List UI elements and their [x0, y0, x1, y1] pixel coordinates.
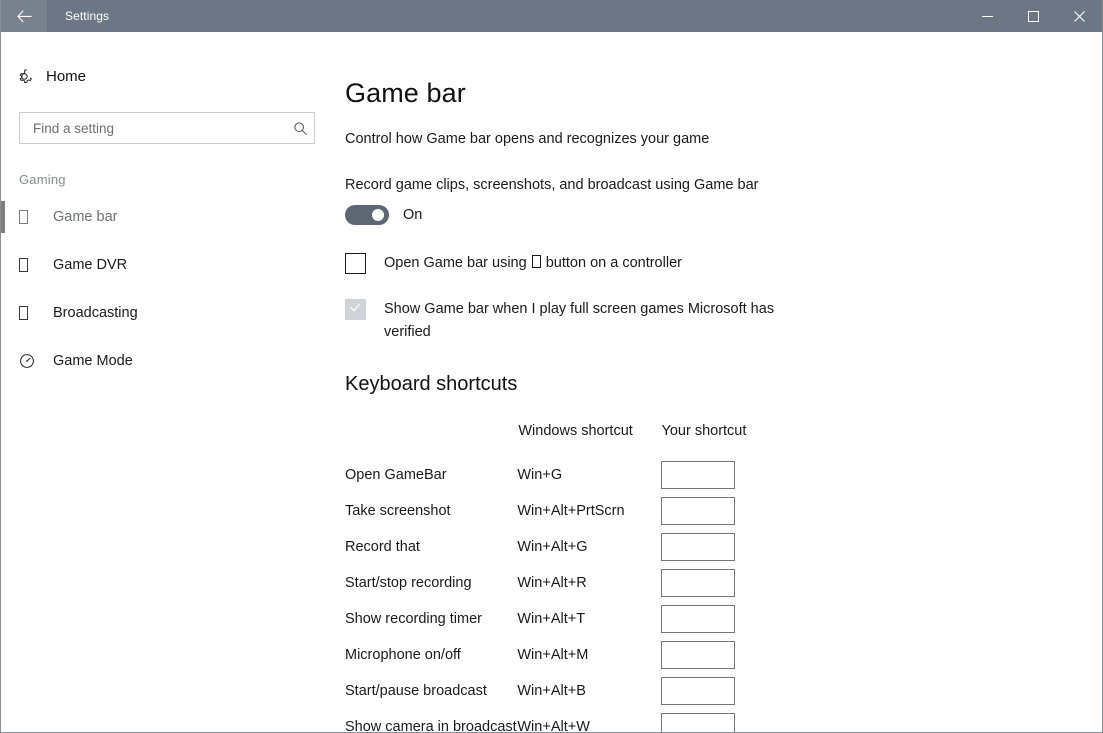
your-shortcut-input[interactable]: [660, 461, 735, 490]
shortcut-your-cell: [660, 493, 766, 529]
sidebar-item-label: Game bar: [53, 209, 118, 225]
column-header-your-shortcut: Your shortcut: [661, 423, 747, 440]
shortcut-action: Show recording timer: [345, 610, 482, 627]
shortcut-windows: Win+Alt+R: [517, 575, 587, 592]
maximize-button[interactable]: [1010, 0, 1056, 32]
game-bar-toggle[interactable]: [345, 205, 389, 225]
shortcut-windows: Win+Alt+B: [517, 683, 586, 700]
table-row: Open GameBar Win+G: [345, 457, 765, 493]
sidebar-item-label: Game DVR: [53, 257, 128, 273]
shortcut-action: Record that: [345, 538, 420, 555]
controller-checkbox-row: Open Game bar using button on a controll…: [345, 252, 1072, 274]
table-row: Start/stop recording Win+Alt+R: [345, 565, 765, 601]
missing-glyph-icon: [19, 306, 49, 320]
table-row: Microphone on/off Win+Alt+M: [345, 637, 765, 673]
your-shortcut-input[interactable]: [660, 641, 735, 670]
your-shortcut-input[interactable]: [660, 569, 735, 598]
sidebar-item-home[interactable]: Home: [1, 58, 337, 94]
shortcut-action: Open GameBar: [345, 466, 447, 483]
table-row: Take screenshot Win+Alt+PrtScrn: [345, 493, 765, 529]
table-row: Show camera in broadcast Win+Alt+W: [345, 709, 765, 732]
check-icon: [349, 301, 362, 319]
sidebar-home-label: Home: [46, 67, 87, 85]
sidebar-item-game-bar[interactable]: Game bar: [1, 193, 337, 241]
main-content: Game bar Control how Game bar opens and …: [337, 32, 1102, 732]
shortcut-windows: Win+Alt+G: [517, 539, 588, 556]
sidebar: Home Gaming Game bar: [1, 32, 337, 732]
window-title: Settings: [65, 9, 110, 23]
shortcut-your-cell: [660, 529, 766, 565]
game-bar-toggle-row: On: [345, 205, 1072, 225]
minimize-button[interactable]: [964, 0, 1010, 32]
page-subtitle: Control how Game bar opens and recognize…: [345, 131, 710, 147]
search-box[interactable]: [19, 112, 315, 144]
shortcuts-table-body: Open GameBar Win+G Take screenshot Win+A…: [345, 457, 765, 732]
sidebar-item-game-dvr[interactable]: Game DVR: [1, 241, 337, 289]
sidebar-item-label: Broadcasting: [53, 305, 138, 321]
shortcut-action: Start/stop recording: [345, 574, 472, 591]
window-controls: [964, 0, 1102, 32]
shortcut-your-cell: [660, 457, 766, 493]
table-row: Show recording timer Win+Alt+T: [345, 601, 765, 637]
shortcut-your-cell: [660, 565, 766, 601]
shortcut-your-cell: [660, 709, 766, 732]
toggle-knob: [372, 209, 384, 221]
controller-checkbox-label: Open Game bar using button on a controll…: [384, 252, 682, 274]
back-arrow-icon: [16, 9, 32, 23]
your-shortcut-input[interactable]: [660, 677, 735, 706]
controller-label-after: button on a controller: [545, 255, 682, 271]
shortcut-action: Take screenshot: [345, 502, 451, 519]
your-shortcut-input[interactable]: [660, 713, 735, 732]
shortcut-windows: Win+Alt+PrtScrn: [517, 503, 625, 520]
controller-label-before: Open Game bar using: [384, 255, 527, 271]
shortcut-windows: Win+Alt+T: [517, 611, 586, 628]
toggle-state-label: On: [403, 207, 423, 223]
your-shortcut-input[interactable]: [660, 605, 735, 634]
fullscreen-checkbox-label: Show Game bar when I play full screen ga…: [384, 301, 775, 340]
back-button[interactable]: [1, 0, 47, 32]
missing-glyph-icon: [19, 210, 49, 224]
missing-glyph-icon: [531, 255, 541, 268]
column-header-action: [345, 422, 517, 457]
sidebar-group-header: Gaming: [19, 172, 66, 187]
close-button[interactable]: [1056, 0, 1102, 32]
shortcut-action: Start/pause broadcast: [345, 682, 487, 699]
shortcut-your-cell: [660, 637, 766, 673]
shortcut-action: Microphone on/off: [345, 646, 461, 663]
search-input[interactable]: [31, 119, 289, 137]
title-bar: Settings: [1, 0, 1102, 32]
keyboard-shortcuts-table: Windows shortcut Your shortcut Open Game…: [345, 422, 765, 732]
shortcut-your-cell: [660, 601, 766, 637]
settings-window: Settings Home Find a setting Gaming Game…: [0, 0, 1103, 733]
your-shortcut-input[interactable]: [660, 497, 735, 526]
fullscreen-checkbox-row: Show Game bar when I play full screen ga…: [345, 298, 1072, 343]
sidebar-item-broadcasting[interactable]: Broadcasting: [1, 289, 337, 337]
missing-glyph-icon: [19, 258, 49, 272]
toggle-description: Record game clips, screenshots, and broa…: [345, 177, 759, 193]
search-container: [1, 94, 337, 144]
table-header-row: Windows shortcut Your shortcut: [345, 422, 765, 457]
sidebar-item-label: Game Mode: [53, 353, 133, 369]
shortcuts-section-title: Keyboard shortcuts: [345, 373, 518, 396]
search-icon[interactable]: [289, 121, 308, 136]
sidebar-item-game-mode[interactable]: Game Mode: [1, 337, 337, 385]
table-row: Record that Win+Alt+G: [345, 529, 765, 565]
controller-checkbox[interactable]: [345, 253, 366, 274]
your-shortcut-input[interactable]: [660, 533, 735, 562]
gear-icon: [16, 68, 42, 85]
shortcut-windows: Win+Alt+M: [517, 647, 589, 664]
table-row: Start/pause broadcast Win+Alt+B: [345, 673, 765, 709]
gauge-icon: [19, 353, 49, 369]
column-header-windows-shortcut: Windows shortcut: [518, 423, 633, 440]
fullscreen-checkbox[interactable]: [345, 299, 366, 321]
shortcut-your-cell: [660, 673, 766, 709]
shortcut-action: Show camera in broadcast: [345, 718, 517, 732]
page-title: Game bar: [345, 78, 466, 108]
shortcut-windows: Win+G: [517, 467, 563, 484]
shortcut-windows: Win+Alt+W: [517, 719, 590, 732]
